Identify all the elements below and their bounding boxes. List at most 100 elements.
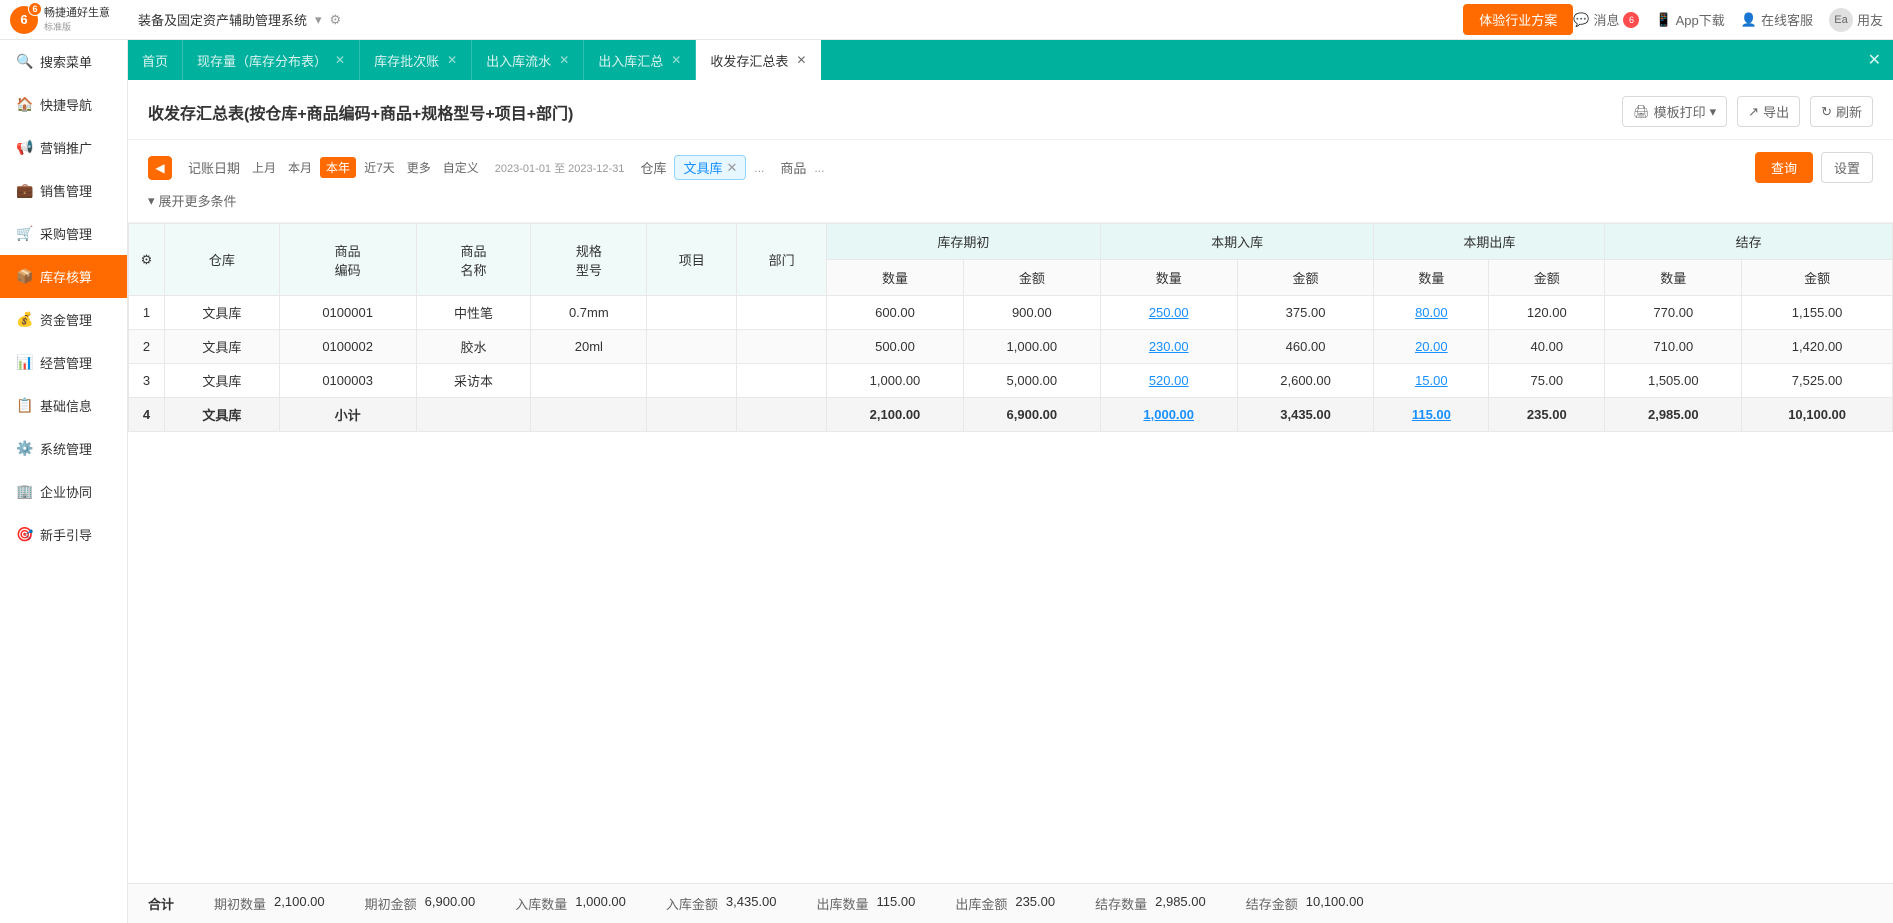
row1-project [647,296,737,330]
sidebar-label-newcomer: 新手引导 [40,525,92,544]
tab-close-in-out-summary[interactable]: ✕ [671,53,681,67]
app-download-label: App下载 [1676,10,1725,29]
export-button[interactable]: ↗ 导出 [1737,96,1800,127]
sidebar-item-purchase[interactable]: 🛒 采购管理 [0,212,127,255]
tab-close-recv-send-summary[interactable]: ✕ [796,53,806,67]
col-in-qty-header: 数量 [1100,260,1237,296]
total-out-qty-group: 出库数量 115.00 [817,894,916,913]
system-icon: ⚙️ [16,440,32,457]
app-download-action[interactable]: 📱 App下载 [1655,10,1724,29]
row2-out-qty[interactable]: 20.00 [1374,330,1489,364]
system-dropdown-icon[interactable]: ▾ [315,12,322,28]
sidebar-label-purchase: 采购管理 [40,224,92,243]
subtotal-row: 4 文具库 小计 2,100.00 6,900.00 1,000.00 [129,398,1893,432]
sidebar-label-sales: 销售管理 [40,181,92,200]
total-in-amt-label: 入库金额 [666,894,718,913]
sidebar-item-quick-nav[interactable]: 🏠 快捷导航 [0,83,127,126]
sidebar-item-inventory[interactable]: 📦 库存核算 [0,255,127,298]
search-icon: 🔍 [16,53,32,70]
row1-open-qty: 600.00 [827,296,964,330]
row1-bal-qty: 770.00 [1605,296,1742,330]
sidebar-item-system[interactable]: ⚙️ 系统管理 [0,427,127,470]
tab-in-out-flow[interactable]: 出入库流水 ✕ [472,40,584,80]
col-dept-header: 部门 [737,224,827,296]
sidebar-item-sales[interactable]: 💼 销售管理 [0,169,127,212]
filter-row-1: ◀ 记账日期 上月 本月 本年 近7天 更多 自定义 2023-0 [148,152,1873,183]
refresh-button[interactable]: ↻ 刷新 [1810,96,1873,127]
row3-in-qty[interactable]: 520.00 [1100,364,1237,398]
sidebar-label-enterprise: 企业协同 [40,482,92,501]
user-label: 用友 [1857,10,1883,29]
print-button[interactable]: 🖨 模板打印 ▾ [1622,96,1727,127]
tab-close-in-out-flow[interactable]: ✕ [559,53,569,67]
col-out-amt-header: 金额 [1489,260,1605,296]
date-btn-custom[interactable]: 自定义 [439,157,483,178]
subtotal-out-qty[interactable]: 115.00 [1374,398,1489,432]
tab-home[interactable]: 首页 [128,40,183,80]
tab-close-stock-dist[interactable]: ✕ [335,53,345,67]
tab-stock-dist[interactable]: 现存量（库存分布表） ✕ [183,40,360,80]
row2-project [647,330,737,364]
query-button[interactable]: 查询 [1755,152,1813,183]
sidebar-item-basic-info[interactable]: 📋 基础信息 [0,384,127,427]
row2-seq: 2 [129,330,165,364]
system-name: 装备及固定资产辅助管理系统 [138,10,307,29]
main-layout: 🔍 搜索菜单 🏠 快捷导航 📢 营销推广 💼 销售管理 🛒 采购管理 📦 库存核… [0,40,1893,923]
row2-bal-amt: 1,420.00 [1742,330,1893,364]
sidebar-item-newcomer[interactable]: 🎯 新手引导 [0,513,127,556]
subtotal-open-qty: 2,100.00 [827,398,964,432]
tab-close-batch-ledger[interactable]: ✕ [447,53,457,67]
warehouse-filter-label: 仓库 [640,158,666,177]
settings-button[interactable]: 设置 [1821,152,1873,183]
finance-icon: 💰 [16,311,32,328]
operations-icon: 📊 [16,354,32,371]
settings-icon[interactable]: ⚙ [330,12,342,28]
date-btn-this-month[interactable]: 本月 [284,157,316,178]
sidebar-item-operations[interactable]: 📊 经营管理 [0,341,127,384]
tab-bar-close-icon[interactable]: ✕ [1856,50,1893,70]
filter-collapse-button[interactable]: ◀ [148,156,172,180]
warehouse-filter-more[interactable]: ... [754,161,764,175]
tab-recv-send-summary[interactable]: 收发存汇总表 ✕ [696,40,821,80]
logo-area: 6 6 畅捷通好生意 标准版 [10,6,138,34]
row2-in-qty[interactable]: 230.00 [1100,330,1237,364]
expand-icon: ▾ [148,193,155,209]
content-area: 首页 现存量（库存分布表） ✕ 库存批次账 ✕ 出入库流水 ✕ 出入库汇总 ✕ … [128,40,1893,923]
goods-filter-more[interactable]: ... [814,161,824,175]
tab-in-out-summary[interactable]: 出入库汇总 ✕ [584,40,696,80]
sidebar-item-enterprise[interactable]: 🏢 企业协同 [0,470,127,513]
row1-out-qty[interactable]: 80.00 [1374,296,1489,330]
row2-out-amt: 40.00 [1489,330,1605,364]
col-warehouse-header: 仓库 [165,224,280,296]
table-row: 1 文具库 0100001 中性笔 0.7mm 600.00 900.00 25… [129,296,1893,330]
newcomer-icon: 🎯 [16,526,32,543]
sidebar-item-search-menu[interactable]: 🔍 搜索菜单 [0,40,127,83]
online-service-action[interactable]: 👤 在线客服 [1741,10,1813,29]
sidebar-label-marketing: 营销推广 [40,138,92,157]
sidebar-item-finance[interactable]: 💰 资金管理 [0,298,127,341]
row3-out-qty[interactable]: 15.00 [1374,364,1489,398]
total-in-amt-group: 入库金额 3,435.00 [666,894,777,913]
user-action[interactable]: Ea 用友 [1829,8,1883,32]
warehouse-tag-close[interactable]: ✕ [726,160,737,176]
sidebar-label-inventory: 库存核算 [40,267,92,286]
date-btn-more[interactable]: 更多 [403,157,435,178]
sidebar-label-quicknav: 快捷导航 [40,95,92,114]
subtotal-in-qty[interactable]: 1,000.00 [1100,398,1237,432]
message-badge: 6 [1623,12,1639,28]
sidebar: 🔍 搜索菜单 🏠 快捷导航 📢 营销推广 💼 销售管理 🛒 采购管理 📦 库存核… [0,40,128,923]
row3-bal-amt: 7,525.00 [1742,364,1893,398]
message-action[interactable]: 💬 消息 6 [1573,10,1639,29]
date-btn-last-month[interactable]: 上月 [248,157,280,178]
sidebar-item-marketing[interactable]: 📢 营销推广 [0,126,127,169]
date-btn-7days[interactable]: 近7天 [360,157,399,178]
date-btn-this-year[interactable]: 本年 [320,157,356,178]
tab-batch-ledger[interactable]: 库存批次账 ✕ [360,40,472,80]
row1-open-amt: 900.00 [963,296,1100,330]
warehouse-tag[interactable]: 文具库 ✕ [674,155,746,180]
row1-in-qty[interactable]: 250.00 [1100,296,1237,330]
expand-more-conditions[interactable]: ▾ 展开更多条件 [148,191,1873,210]
trial-button[interactable]: 体验行业方案 [1463,4,1573,35]
col-settings-header[interactable]: ⚙ [129,224,165,296]
col-out-header: 本期出库 [1374,224,1605,260]
